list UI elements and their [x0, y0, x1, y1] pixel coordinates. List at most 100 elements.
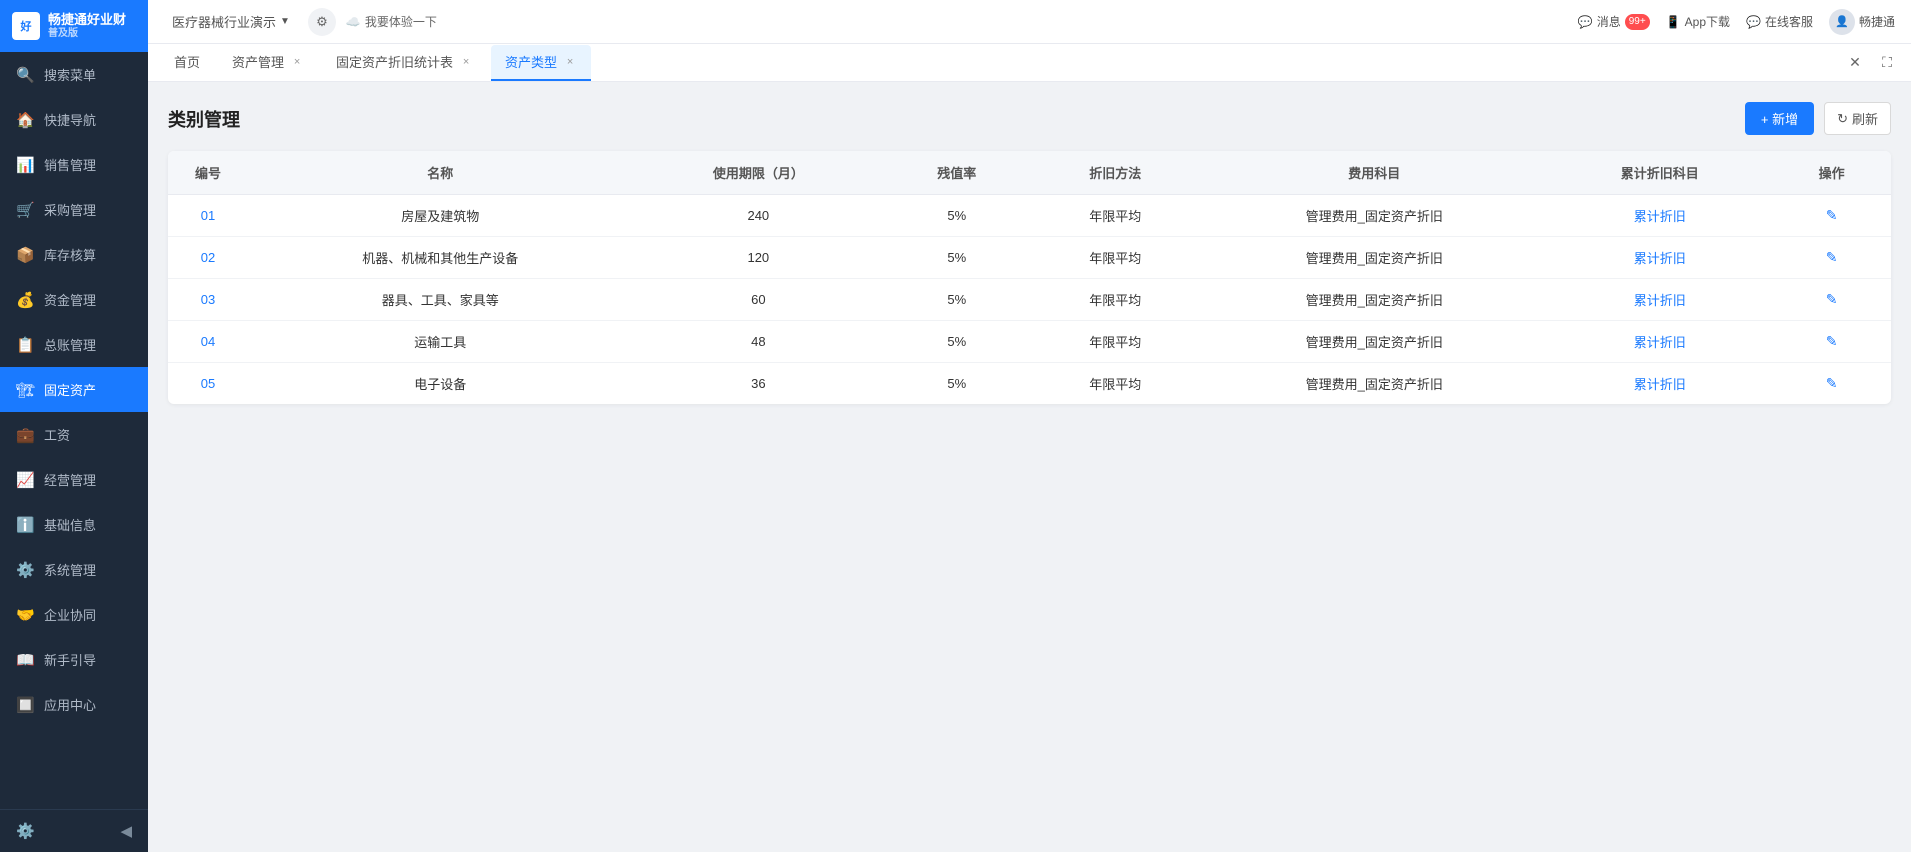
topbar-right: 💬 消息 99+ 📱 App下载 💬 在线客服 👤 畅捷通	[1578, 9, 1895, 35]
online-service-button[interactable]: 💬 在线客服	[1746, 13, 1813, 30]
cell-method: 年限平均	[1029, 237, 1201, 279]
sidebar-item-app-center[interactable]: 🔲 应用中心	[0, 682, 148, 727]
main-area: 医疗器械行业演示 ▼ ⚙ ☁️ 我要体验一下 💬 消息 99+ 📱 App下载	[148, 0, 1911, 852]
home-icon: 🏠	[16, 111, 34, 129]
search-icon: 🔍	[16, 66, 34, 84]
cell-action[interactable]: ✎	[1772, 237, 1891, 279]
new-button[interactable]: + 新增	[1745, 102, 1814, 135]
col-accumulated: 累计折旧科目	[1547, 151, 1772, 195]
tab-home[interactable]: 首页	[160, 45, 214, 81]
edit-icon[interactable]: ✎	[1826, 249, 1838, 265]
refresh-button[interactable]: ↻ 刷新	[1824, 102, 1891, 135]
close-tab-button[interactable]: ✕	[1843, 51, 1867, 75]
settings-icon[interactable]: ⚙️	[16, 822, 35, 840]
sidebar-item-label: 工资	[44, 425, 70, 444]
app-logo-text: 畅捷通好业财 普及版	[48, 12, 126, 40]
mobile-icon: 📱	[1666, 15, 1681, 29]
topbar-left: 医疗器械行业演示 ▼ ⚙ ☁️ 我要体验一下	[164, 8, 437, 36]
sidebar-item-payroll[interactable]: 💼 工资	[0, 412, 148, 457]
cloud-icon: ☁️	[346, 15, 361, 29]
sidebar-item-funds[interactable]: 💰 资金管理	[0, 277, 148, 322]
content-area: 类别管理 + 新增 ↻ 刷新 编号 名称 使用期限（月） 残值率	[148, 82, 1911, 852]
expand-tab-button[interactable]: ⛶	[1875, 51, 1899, 75]
sidebar-item-system[interactable]: ⚙️ 系统管理	[0, 547, 148, 592]
sidebar-item-operations[interactable]: 📈 经营管理	[0, 457, 148, 502]
sidebar-item-label: 新手引导	[44, 650, 96, 669]
table-row: 01 房屋及建筑物 240 5% 年限平均 管理费用_固定资产折旧 累计折旧 ✎	[168, 195, 1891, 237]
tab-asset-mgmt-label: 资产管理	[232, 52, 284, 71]
tab-asset-mgmt-close[interactable]: ×	[290, 55, 304, 69]
cell-method: 年限平均	[1029, 321, 1201, 363]
sidebar-item-ledger[interactable]: 📋 总账管理	[0, 322, 148, 367]
cell-name: 机器、机械和其他生产设备	[248, 237, 633, 279]
edit-icon[interactable]: ✎	[1826, 333, 1838, 349]
edit-icon[interactable]: ✎	[1826, 207, 1838, 223]
cell-accumulated: 累计折旧	[1547, 321, 1772, 363]
sidebar-item-basic-info[interactable]: ℹ️ 基础信息	[0, 502, 148, 547]
table-header-row: 编号 名称 使用期限（月） 残值率 折旧方法 费用科目 累计折旧科目 操作	[168, 151, 1891, 195]
sidebar-item-purchase[interactable]: 🛒 采购管理	[0, 187, 148, 232]
tab-fixed-asset-depreciation-close[interactable]: ×	[459, 55, 473, 69]
payroll-icon: 💼	[16, 426, 34, 444]
system-icon: ⚙️	[16, 561, 34, 579]
sidebar-item-sales[interactable]: 📊 销售管理	[0, 142, 148, 187]
col-action: 操作	[1772, 151, 1891, 195]
collapse-sidebar-icon[interactable]: ◀	[120, 822, 132, 840]
cell-period: 60	[633, 279, 885, 321]
edit-icon[interactable]: ✎	[1826, 375, 1838, 391]
app-settings-button[interactable]: ⚙	[308, 8, 336, 36]
tab-asset-type-label: 资产类型	[505, 52, 557, 71]
edit-icon[interactable]: ✎	[1826, 291, 1838, 307]
sidebar-item-search[interactable]: 🔍 搜索菜单	[0, 52, 148, 97]
tab-asset-type-close[interactable]: ×	[563, 55, 577, 69]
cell-action[interactable]: ✎	[1772, 279, 1891, 321]
app-download-label: App下载	[1685, 13, 1730, 30]
sidebar-item-enterprise[interactable]: 🤝 企业协同	[0, 592, 148, 637]
sidebar-item-guide[interactable]: 📖 新手引导	[0, 637, 148, 682]
tab-asset-type[interactable]: 资产类型 ×	[491, 45, 591, 81]
tab-fixed-asset-depreciation[interactable]: 固定资产折旧统计表 ×	[322, 45, 487, 81]
cell-action[interactable]: ✎	[1772, 363, 1891, 405]
cell-period: 48	[633, 321, 885, 363]
cell-residual: 5%	[884, 237, 1029, 279]
app-download-button[interactable]: 📱 App下载	[1666, 13, 1730, 30]
sidebar-item-label: 基础信息	[44, 515, 96, 534]
sidebar-item-label: 搜索菜单	[44, 65, 96, 84]
purchase-icon: 🛒	[16, 201, 34, 219]
table-row: 05 电子设备 36 5% 年限平均 管理费用_固定资产折旧 累计折旧 ✎	[168, 363, 1891, 405]
tabs-actions: ✕ ⛶	[1843, 51, 1899, 75]
cell-id: 05	[168, 363, 248, 405]
experience-button[interactable]: ☁️ 我要体验一下	[346, 13, 437, 30]
sidebar-item-inventory[interactable]: 📦 库存核算	[0, 232, 148, 277]
cell-action[interactable]: ✎	[1772, 195, 1891, 237]
sidebar-item-label: 系统管理	[44, 560, 96, 579]
sidebar: 好 畅捷通好业财 普及版 🔍 搜索菜单 🏠 快捷导航 📊 销售管理 🛒 采购管理…	[0, 0, 148, 852]
app-selector[interactable]: 医疗器械行业演示 ▼	[164, 8, 298, 35]
page-header: 类别管理 + 新增 ↻ 刷新	[168, 102, 1891, 135]
table-row: 04 运输工具 48 5% 年限平均 管理费用_固定资产折旧 累计折旧 ✎	[168, 321, 1891, 363]
cell-accumulated: 累计折旧	[1547, 237, 1772, 279]
col-expense: 费用科目	[1201, 151, 1547, 195]
online-service-label: 在线客服	[1765, 13, 1813, 30]
table-row: 02 机器、机械和其他生产设备 120 5% 年限平均 管理费用_固定资产折旧 …	[168, 237, 1891, 279]
gear-icon: ⚙	[316, 14, 328, 30]
cell-method: 年限平均	[1029, 195, 1201, 237]
sidebar-item-label: 经营管理	[44, 470, 96, 489]
user-name-label: 畅捷通	[1859, 13, 1895, 30]
user-avatar-icon: 👤	[1835, 15, 1849, 28]
tab-asset-mgmt[interactable]: 资产管理 ×	[218, 45, 318, 81]
cell-id: 03	[168, 279, 248, 321]
notifications-button[interactable]: 💬 消息 99+	[1578, 13, 1650, 30]
sidebar-item-fixed-assets[interactable]: 🏗 固定资产	[0, 367, 148, 412]
cell-id: 04	[168, 321, 248, 363]
sidebar-item-label: 企业协同	[44, 605, 96, 624]
cell-name: 房屋及建筑物	[248, 195, 633, 237]
cell-expense: 管理费用_固定资产折旧	[1201, 321, 1547, 363]
cell-accumulated: 累计折旧	[1547, 363, 1772, 405]
cell-period: 36	[633, 363, 885, 405]
sales-icon: 📊	[16, 156, 34, 174]
cell-action[interactable]: ✎	[1772, 321, 1891, 363]
notification-badge: 99+	[1625, 14, 1650, 30]
user-menu-button[interactable]: 👤 畅捷通	[1829, 9, 1895, 35]
sidebar-item-quick-nav[interactable]: 🏠 快捷导航	[0, 97, 148, 142]
